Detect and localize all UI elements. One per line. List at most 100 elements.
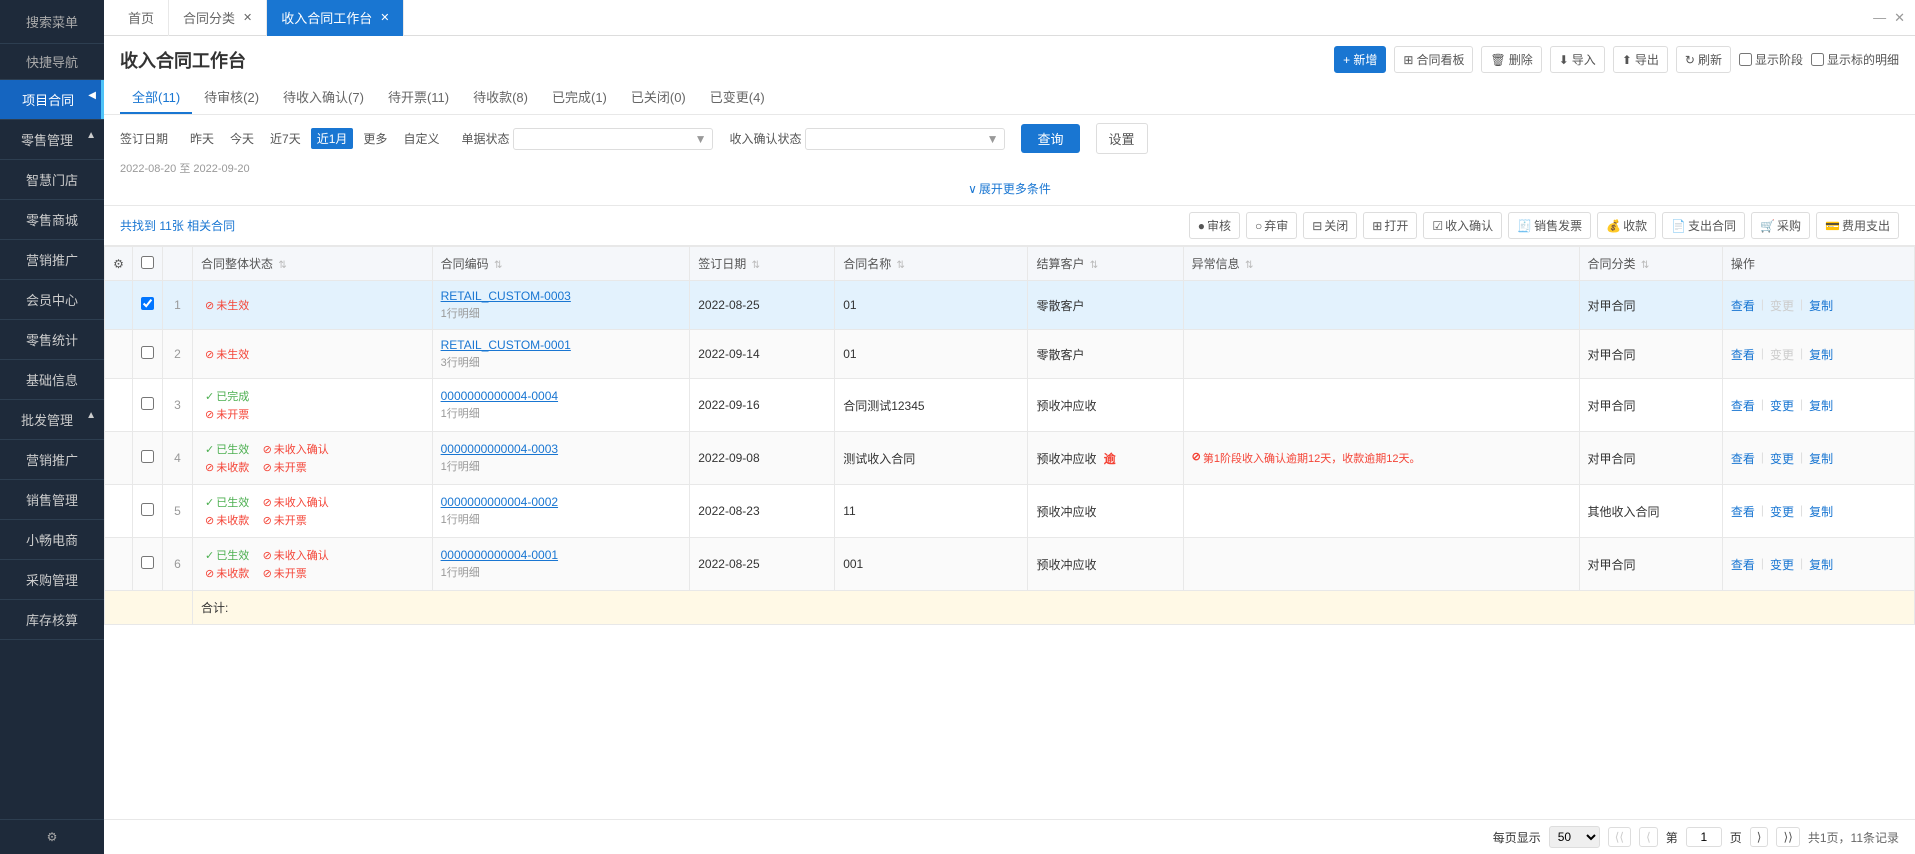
sort-icon[interactable]: ⇅ (278, 260, 286, 271)
query-button[interactable]: 查询 (1021, 124, 1079, 153)
date-btn-yesterday[interactable]: 昨天 (184, 128, 220, 149)
view-button[interactable]: 查看 (1731, 503, 1755, 520)
close-contract-button[interactable]: ⊟ 关闭 (1303, 212, 1357, 239)
copy-button[interactable]: 复制 (1809, 297, 1833, 314)
row-checkbox[interactable] (133, 281, 163, 330)
row-checkbox[interactable] (133, 379, 163, 432)
expand-filter-button[interactable]: ∨ 展开更多条件 (968, 180, 1051, 197)
refresh-button[interactable]: ↻ 刷新 (1676, 46, 1731, 73)
sidebar-item-member-center[interactable]: 会员中心 (0, 280, 104, 320)
sidebar-search[interactable]: 搜索菜单 (0, 0, 104, 44)
doc-status-select[interactable]: ▼ (513, 128, 713, 150)
status-tab-completed[interactable]: 已完成(1) (540, 81, 619, 114)
status-tab-pending-receive[interactable]: 待收款(8) (461, 81, 540, 114)
status-tab-pending-confirm[interactable]: 待收入确认(7) (271, 81, 376, 114)
sidebar-item-retail-mall[interactable]: 零售商城 (0, 200, 104, 240)
view-button[interactable]: 查看 (1731, 346, 1755, 363)
row-checkbox[interactable] (133, 538, 163, 591)
contract-code-link[interactable]: RETAIL_CUSTOM-0001 (441, 338, 682, 352)
status-tab-closed[interactable]: 已关闭(0) (619, 81, 698, 114)
abandon-button[interactable]: ○ 弃审 (1246, 212, 1297, 239)
sidebar-item-smart-store[interactable]: 智慧门店 (0, 160, 104, 200)
select-all-checkbox[interactable] (141, 256, 154, 269)
status-tab-all[interactable]: 全部(11) (120, 81, 192, 114)
next-page-button[interactable]: ⟩ (1750, 827, 1769, 847)
date-btn-custom[interactable]: 自定义 (397, 128, 445, 149)
row-checkbox[interactable] (133, 485, 163, 538)
status-tab-pending-invoice[interactable]: 待开票(11) (376, 81, 461, 114)
date-btn-last7[interactable]: 近7天 (264, 128, 307, 149)
sidebar-quick-nav[interactable]: 快捷导航 (0, 44, 104, 80)
sidebar-item-purchase-mgmt[interactable]: 采购管理 (0, 560, 104, 600)
change-button[interactable]: 变更 (1770, 346, 1794, 363)
date-btn-more[interactable]: 更多 (357, 128, 393, 149)
per-page-select[interactable]: 50 100 200 (1549, 826, 1600, 848)
sidebar-item-retail-stats[interactable]: 零售统计 (0, 320, 104, 360)
row-checkbox[interactable] (133, 330, 163, 379)
income-confirm-select[interactable]: ▼ (805, 128, 1005, 150)
date-btn-last1month[interactable]: 近1月 (311, 128, 354, 149)
open-button[interactable]: ⊞ 打开 (1363, 212, 1417, 239)
view-button[interactable]: 查看 (1731, 450, 1755, 467)
change-button[interactable]: 变更 (1770, 503, 1794, 520)
tab-contract-category[interactable]: 合同分类 ✕ (169, 0, 267, 36)
output-contract-button[interactable]: 📄 支出合同 (1662, 212, 1745, 239)
kanban-button[interactable]: ⊞ 合同看板 (1394, 46, 1473, 73)
tab-income-workbench[interactable]: 收入合同工作台 ✕ (267, 0, 404, 36)
first-page-button[interactable]: ⟨⟨ (1608, 827, 1631, 847)
contract-code-link[interactable]: 0000000000004-0003 (441, 442, 682, 456)
sidebar-item-xiaochu[interactable]: 小畅电商 (0, 520, 104, 560)
last-page-button[interactable]: ⟩⟩ (1776, 827, 1799, 847)
sidebar-item-base-info[interactable]: 基础信息 (0, 360, 104, 400)
sort-icon[interactable]: ⇅ (1245, 260, 1253, 271)
sidebar-item-marketing2[interactable]: 营销推广 (0, 440, 104, 480)
tab-close-active-icon[interactable]: ✕ (380, 11, 389, 24)
show-stage-checkbox[interactable]: 显示阶段 (1739, 51, 1803, 68)
sidebar-item-marketing[interactable]: 营销推广 (0, 240, 104, 280)
sort-icon[interactable]: ⇅ (1641, 260, 1649, 271)
import-button[interactable]: ⬇ 导入 (1550, 46, 1605, 73)
status-tab-pending-review[interactable]: 待审核(2) (192, 81, 271, 114)
sidebar-item-project-contract[interactable]: 项目合同 ◀ (0, 80, 104, 120)
close-window-icon[interactable]: ✕ (1894, 10, 1905, 26)
status-tab-changed[interactable]: 已变更(4) (698, 81, 777, 114)
prev-page-button[interactable]: ⟨ (1639, 827, 1658, 847)
copy-button[interactable]: 复制 (1809, 346, 1833, 363)
sidebar-item-stock-calc[interactable]: 库存核算 (0, 600, 104, 640)
sort-icon[interactable]: ⇅ (494, 260, 502, 271)
sort-icon[interactable]: ⇅ (752, 260, 760, 271)
date-btn-today[interactable]: 今天 (224, 128, 260, 149)
expense-button[interactable]: 💳 费用支出 (1816, 212, 1899, 239)
review-button[interactable]: ● 审核 (1189, 212, 1240, 239)
sort-icon[interactable]: ⇅ (897, 260, 905, 271)
change-button[interactable]: 变更 (1770, 397, 1794, 414)
new-button[interactable]: + 新增 (1334, 46, 1386, 73)
sidebar-item-retail-mgmt[interactable]: 零售管理 ▲ (0, 120, 104, 160)
copy-button[interactable]: 复制 (1809, 503, 1833, 520)
copy-button[interactable]: 复制 (1809, 397, 1833, 414)
contract-code-link[interactable]: 0000000000004-0002 (441, 495, 682, 509)
income-confirm-button[interactable]: ☑ 收入确认 (1423, 212, 1502, 239)
change-button[interactable]: 变更 (1770, 450, 1794, 467)
contract-code-link[interactable]: RETAIL_CUSTOM-0003 (441, 289, 682, 303)
tab-home[interactable]: 首页 (114, 0, 169, 36)
minimize-icon[interactable]: — (1873, 10, 1886, 25)
sales-invoice-button[interactable]: 🧾 销售发票 (1508, 212, 1591, 239)
view-button[interactable]: 查看 (1731, 297, 1755, 314)
change-button[interactable]: 变更 (1770, 556, 1794, 573)
col-gear[interactable]: ⚙ (105, 247, 133, 281)
page-number-input[interactable] (1686, 827, 1722, 847)
delete-button[interactable]: 🗑 删除 (1481, 46, 1541, 73)
setting-button[interactable]: 设置 (1096, 123, 1148, 154)
sidebar-item-sales-mgmt[interactable]: 销售管理 (0, 480, 104, 520)
sort-icon[interactable]: ⇅ (1090, 260, 1098, 271)
show-detail-checkbox[interactable]: 显示标的明细 (1811, 51, 1899, 68)
copy-button[interactable]: 复制 (1809, 556, 1833, 573)
receive-button[interactable]: 💰 收款 (1597, 212, 1656, 239)
contract-code-link[interactable]: 0000000000004-0001 (441, 548, 682, 562)
view-button[interactable]: 查看 (1731, 556, 1755, 573)
copy-button[interactable]: 复制 (1809, 450, 1833, 467)
view-button[interactable]: 查看 (1731, 397, 1755, 414)
purchase-button[interactable]: 🛒 采购 (1751, 212, 1810, 239)
tab-close-icon[interactable]: ✕ (243, 11, 252, 24)
